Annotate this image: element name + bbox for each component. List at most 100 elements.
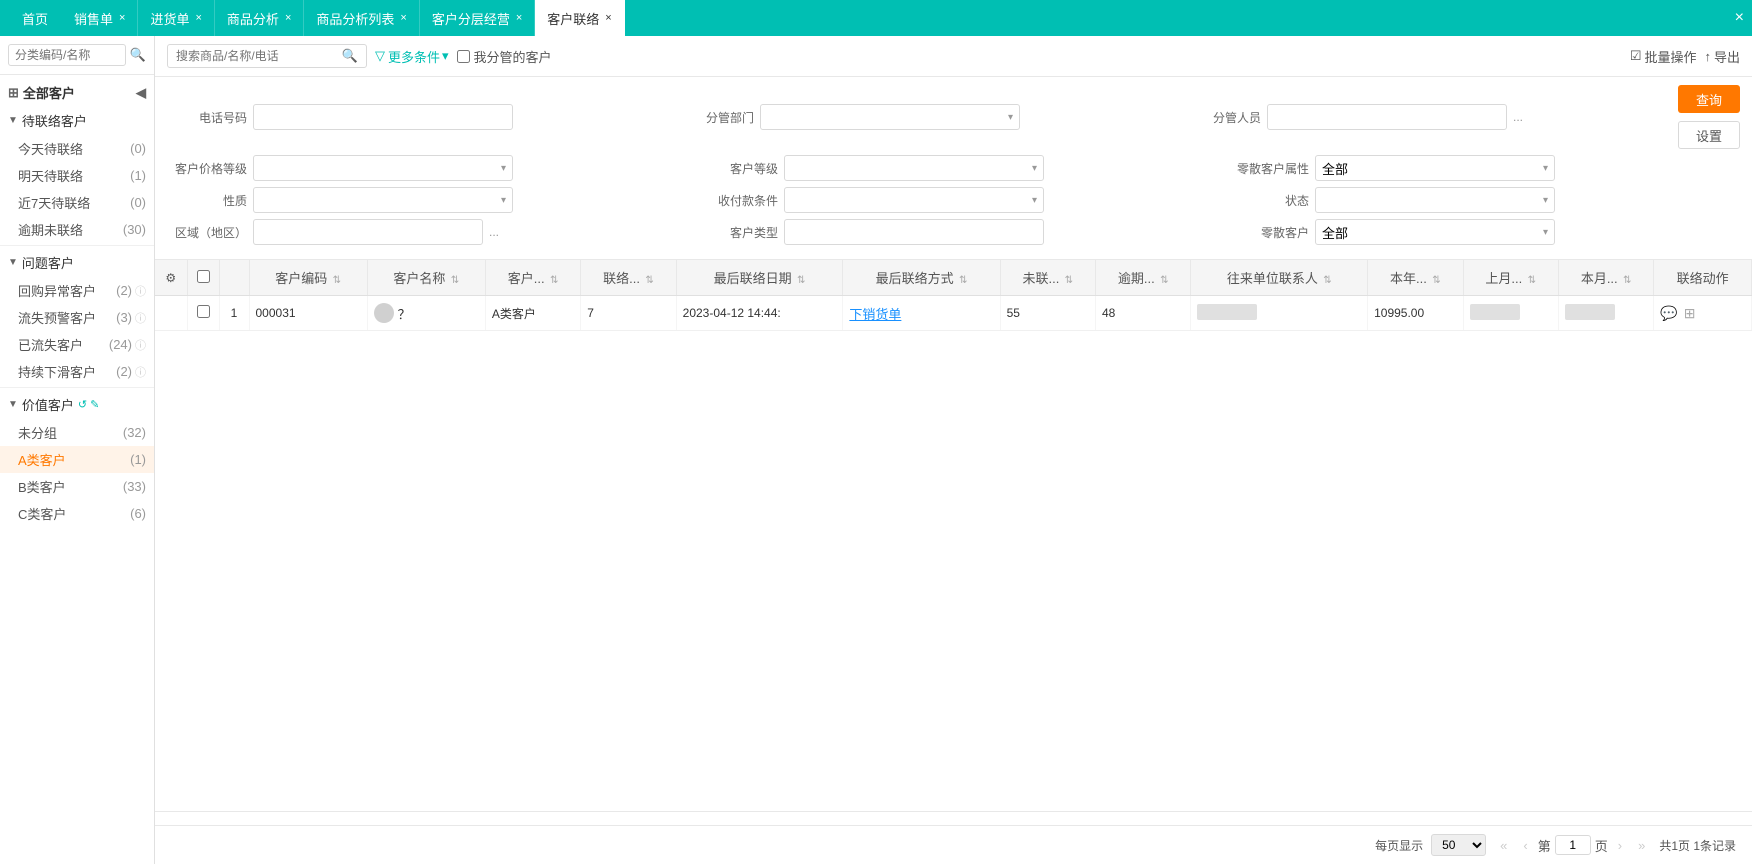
settings-button[interactable]: 设置: [1678, 121, 1740, 149]
my-customers-check[interactable]: [457, 50, 470, 63]
th-name[interactable]: 客户名称 ⇅: [367, 260, 485, 296]
filter-phone-input[interactable]: [253, 104, 513, 130]
th-settings[interactable]: ⚙: [155, 260, 187, 296]
filter-status-select[interactable]: ▾: [1315, 187, 1555, 213]
nav-tab-home[interactable]: 首页: [8, 9, 62, 28]
grid-action-icon[interactable]: ⊞: [1684, 305, 1696, 322]
filter-manager-ellipsis[interactable]: ...: [1507, 110, 1529, 124]
edit-icon[interactable]: ✎: [90, 398, 99, 411]
nav-tab-sales[interactable]: 销售单 ×: [62, 0, 138, 36]
check-all[interactable]: [197, 270, 210, 283]
close-purchase-tab[interactable]: ×: [195, 12, 201, 24]
filter-retail-customer-select[interactable]: 全部 ▾: [1315, 219, 1555, 245]
filter-search-icon[interactable]: 🔍: [342, 48, 358, 64]
filter-retail-attr-select[interactable]: 全部 ▾: [1315, 155, 1555, 181]
nav-tab-customer-tier[interactable]: 客户分层经营 ×: [420, 0, 535, 36]
sidebar-item-declining[interactable]: 持续下滑客户 (2) ⓘ: [0, 358, 154, 385]
avatar: [374, 303, 394, 323]
my-customers-checkbox[interactable]: 我分管的客户: [457, 47, 552, 66]
sidebar-pending-group[interactable]: ▼ 待联络客户: [0, 106, 154, 135]
sidebar-item-tomorrow-pending[interactable]: 明天待联络 (1): [0, 162, 154, 189]
th-code[interactable]: 客户编码 ⇅: [249, 260, 367, 296]
th-last-contact-date[interactable]: 最后联络日期 ⇅: [676, 260, 843, 296]
filter-phone-label: 电话号码: [167, 109, 247, 126]
th-last-contact-method[interactable]: 最后联络方式 ⇅: [843, 260, 1000, 296]
th-check[interactable]: [187, 260, 219, 296]
sort-icon-method: ⇅: [959, 275, 967, 286]
filter-dept-select[interactable]: ▾: [760, 104, 1020, 130]
page-size-select[interactable]: 50 100 200: [1431, 834, 1486, 856]
nav-tab-purchase[interactable]: 进货单 ×: [138, 0, 214, 36]
filter-manager-input[interactable]: [1267, 104, 1507, 130]
close-sales-tab[interactable]: ×: [119, 12, 125, 24]
sidebar-item-churn-warning[interactable]: 流失预警客户 (3) ⓘ: [0, 304, 154, 331]
th-contact[interactable]: 联络... ⇅: [581, 260, 676, 296]
th-this-month[interactable]: 本月... ⇅: [1558, 260, 1653, 296]
info-icon-4: ⓘ: [135, 364, 146, 380]
last-page-button[interactable]: »: [1632, 836, 1651, 855]
th-unit-contact[interactable]: 往来单位联系人 ⇅: [1191, 260, 1368, 296]
th-type[interactable]: 客户... ⇅: [485, 260, 580, 296]
filter-region: 区域（地区） ...: [167, 219, 678, 245]
sidebar-search-icon[interactable]: 🔍: [130, 47, 146, 63]
filter-more-button[interactable]: ▽ 更多条件 ▾: [375, 47, 449, 66]
sidebar-item-today-pending[interactable]: 今天待联络 (0): [0, 135, 154, 162]
row-check[interactable]: [187, 296, 219, 331]
chat-icon[interactable]: 💬: [1660, 305, 1677, 322]
sidebar-value-group[interactable]: ▼ 价值客户 ↺ ✎: [0, 390, 154, 419]
first-page-button[interactable]: «: [1494, 836, 1513, 855]
close-analysis-tab[interactable]: ×: [285, 12, 291, 24]
filter-payment-select[interactable]: ▾: [784, 187, 1044, 213]
prev-page-button[interactable]: ‹: [1517, 836, 1533, 855]
th-no: [219, 260, 249, 296]
batch-op-button[interactable]: ☑ 批量操作: [1630, 47, 1697, 66]
filter-payment-label: 收付款条件: [698, 192, 778, 209]
row-last-contact-method[interactable]: 下销货单: [843, 296, 1000, 331]
export-icon: ↑: [1704, 49, 1711, 64]
sidebar-item-overdue-pending[interactable]: 逾期未联络 (30): [0, 216, 154, 243]
th-overdue[interactable]: 逾期... ⇅: [1095, 260, 1190, 296]
page-input[interactable]: [1555, 835, 1591, 855]
filter-price-level-select[interactable]: ▾: [253, 155, 513, 181]
filter-region-ellipsis[interactable]: ...: [483, 225, 505, 239]
horizontal-scrollbar[interactable]: [155, 811, 1752, 825]
row-name[interactable]: ？: [367, 296, 485, 331]
filter-bar: 🔍 ▽ 更多条件 ▾ 我分管的客户 ☑ 批量操作 ↑ 导出: [155, 36, 1752, 77]
nav-tab-analysis-list[interactable]: 商品分析列表 ×: [304, 0, 419, 36]
filter-customer-level-select[interactable]: ▾: [784, 155, 1044, 181]
export-button[interactable]: ↑ 导出: [1704, 47, 1740, 66]
nav-tab-analysis[interactable]: 商品分析 ×: [215, 0, 304, 36]
sidebar-item-ungrouped[interactable]: 未分组 (32): [0, 419, 154, 446]
close-customer-tier-tab[interactable]: ×: [516, 12, 522, 24]
th-last-month[interactable]: 上月... ⇅: [1463, 260, 1558, 296]
nav-tab-customer-contact[interactable]: 客户联络 ×: [535, 0, 624, 36]
sidebar-item-b-class[interactable]: B类客户 (33): [0, 473, 154, 500]
th-uncontacted[interactable]: 未联... ⇅: [1000, 260, 1095, 296]
row-settings[interactable]: [155, 296, 187, 331]
filter-search-input[interactable]: [176, 49, 342, 63]
sidebar-search-input[interactable]: [8, 44, 126, 66]
sidebar-problem-group[interactable]: ▼ 问题客户: [0, 248, 154, 277]
filter-nature-select[interactable]: ▾: [253, 187, 513, 213]
next-page-button[interactable]: ›: [1612, 836, 1628, 855]
refresh-icon[interactable]: ↺: [78, 398, 87, 411]
filter-region-input[interactable]: [253, 219, 483, 245]
sort-icon-code: ⇅: [333, 275, 341, 286]
filter-retail-customer: 零散客户 全部 ▾: [1229, 219, 1740, 245]
collapse-icon[interactable]: ◀: [136, 85, 146, 101]
close-analysis-list-tab[interactable]: ×: [400, 12, 406, 24]
filter-phone: 电话号码: [167, 104, 654, 130]
filter-customer-type-input[interactable]: [784, 219, 1044, 245]
th-this-year[interactable]: 本年... ⇅: [1368, 260, 1463, 296]
sidebar-item-churned[interactable]: 已流失客户 (24) ⓘ: [0, 331, 154, 358]
row-checkbox-0[interactable]: [197, 305, 210, 318]
sidebar-item-c-class[interactable]: C类客户 (6): [0, 500, 154, 527]
close-customer-contact-tab[interactable]: ×: [605, 12, 611, 24]
row-overdue: 48: [1095, 296, 1190, 331]
window-close-button[interactable]: ×: [1735, 9, 1744, 27]
sidebar-item-a-class[interactable]: A类客户 (1): [0, 446, 154, 473]
sidebar-item-week-pending[interactable]: 近7天待联络 (0): [0, 189, 154, 216]
sidebar-item-repurchase-anomaly[interactable]: 回购异常客户 (2) ⓘ: [0, 277, 154, 304]
sidebar-all-customers-header[interactable]: ⊞ 全部客户 ◀: [0, 75, 154, 106]
query-button[interactable]: 查询: [1678, 85, 1740, 113]
